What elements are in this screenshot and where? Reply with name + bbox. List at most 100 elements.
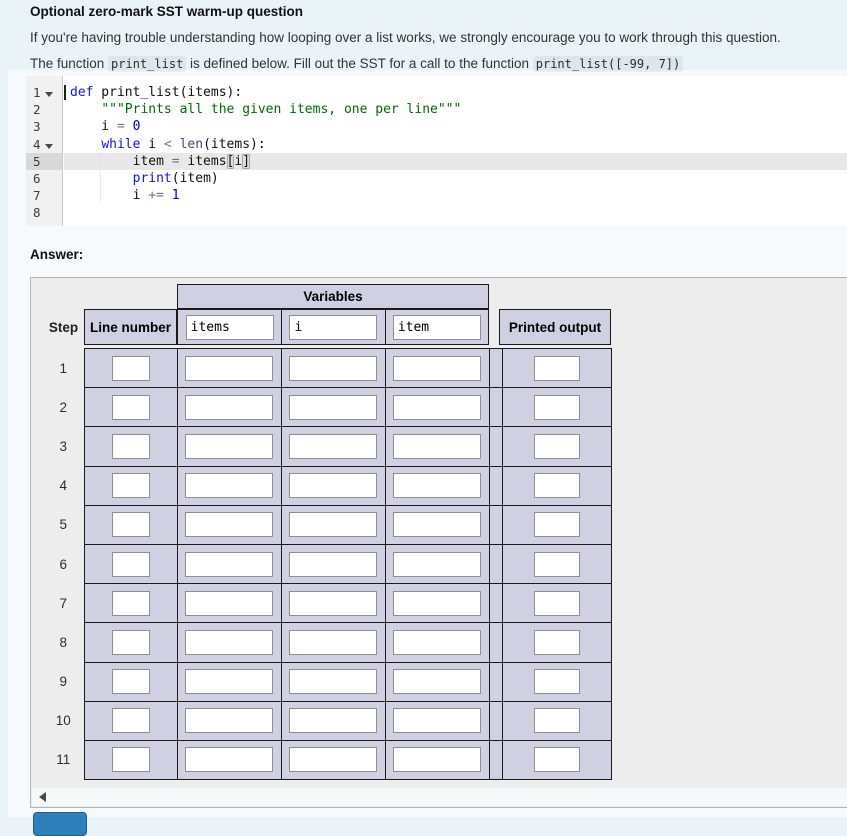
variable-cell <box>384 583 490 624</box>
printed-output-input[interactable] <box>533 708 580 734</box>
printed-output-input[interactable] <box>533 433 580 459</box>
line-number-input[interactable] <box>111 708 150 734</box>
printed-output-cell <box>501 465 612 506</box>
variable-input-i[interactable] <box>289 747 377 773</box>
variable-input-items[interactable] <box>185 669 273 695</box>
printed-output-input[interactable] <box>533 394 580 420</box>
submit-button[interactable] <box>33 812 87 836</box>
variable-input-item[interactable] <box>393 551 481 577</box>
variable-input-i[interactable] <box>289 473 377 499</box>
code-token: = <box>116 119 125 135</box>
variable-input-i[interactable] <box>289 669 377 695</box>
variable-input-item[interactable] <box>393 433 481 459</box>
variable-input-items[interactable] <box>185 629 273 655</box>
variable-input-items[interactable] <box>185 747 273 773</box>
variable-input-item[interactable] <box>393 512 481 538</box>
line-number-gutter-cell: 3 <box>26 118 62 135</box>
variable-input-i[interactable] <box>289 512 377 538</box>
printed-output-cell <box>501 504 612 545</box>
variable-input-items[interactable] <box>185 551 273 577</box>
variable-input-item[interactable] <box>393 394 481 420</box>
variable-cell <box>384 347 490 389</box>
line-number-input[interactable] <box>111 669 150 695</box>
code-token: """Prints all the given items, one per l… <box>101 102 462 118</box>
variable-cell <box>280 504 386 545</box>
code-line: i = 0 <box>64 118 847 135</box>
variable-input-items[interactable] <box>185 355 273 381</box>
variable-input-items[interactable] <box>185 512 273 538</box>
line-number-cell <box>83 583 178 624</box>
scroll-left-icon[interactable] <box>39 792 46 802</box>
variable-input-item[interactable] <box>393 708 481 734</box>
spacer-cell <box>488 661 503 702</box>
variable-input-items[interactable] <box>185 394 273 420</box>
fold-down-icon[interactable] <box>44 143 53 149</box>
variable-input-items[interactable] <box>185 708 273 734</box>
step-label: 3 <box>59 438 67 454</box>
variable-cell <box>384 622 490 663</box>
table-row: 7 <box>43 583 612 624</box>
variable-name-input-i[interactable] <box>289 314 378 340</box>
line-number-input[interactable] <box>111 551 150 577</box>
variable-input-i[interactable] <box>289 394 377 420</box>
line-number-input[interactable] <box>111 433 150 459</box>
editor-code-area[interactable]: def print_list(items): """Prints all the… <box>64 76 847 226</box>
code-editor[interactable]: 12345678 def print_list(items): """Print… <box>26 76 847 226</box>
line-number-input[interactable] <box>111 355 150 381</box>
line-number-input[interactable] <box>111 512 150 538</box>
variable-name-cell <box>178 310 281 344</box>
line-number-input[interactable] <box>111 473 150 499</box>
table-row: 9 <box>43 661 612 702</box>
printed-output-input[interactable] <box>533 551 580 577</box>
printed-output-input[interactable] <box>533 669 580 695</box>
printed-output-input[interactable] <box>533 355 580 381</box>
horizontal-scrollbar[interactable] <box>32 788 847 806</box>
code-token: i <box>70 119 117 135</box>
variable-name-input-item[interactable] <box>392 314 481 340</box>
code-token: item <box>70 153 172 169</box>
variable-input-i[interactable] <box>289 355 377 381</box>
printed-output-input[interactable] <box>533 473 580 499</box>
inline-code-function-call: print_list([-99, 7]) <box>532 56 684 72</box>
variable-input-i[interactable] <box>289 433 377 459</box>
variable-cell <box>176 700 282 741</box>
variable-input-i[interactable] <box>289 708 377 734</box>
variable-cell <box>176 583 282 624</box>
line-number-input[interactable] <box>111 629 150 655</box>
printed-output-cell <box>501 661 612 702</box>
variable-input-item[interactable] <box>393 747 481 773</box>
code-line: """Prints all the given items, one per l… <box>64 101 847 118</box>
printed-output-input[interactable] <box>533 629 580 655</box>
variable-name-input-items[interactable] <box>185 314 274 340</box>
step-label: 10 <box>55 713 71 729</box>
printed-output-input[interactable] <box>533 512 580 538</box>
variable-input-items[interactable] <box>185 433 273 459</box>
page-title: Optional zero-mark SST warm-up question <box>30 4 304 19</box>
variable-input-items[interactable] <box>185 590 273 616</box>
line-number-cell <box>83 347 178 389</box>
variable-cell <box>384 426 490 467</box>
variable-input-i[interactable] <box>289 551 377 577</box>
printed-output-input[interactable] <box>533 590 580 616</box>
variable-input-item[interactable] <box>393 629 481 655</box>
printed-output-input[interactable] <box>533 747 580 773</box>
variable-input-item[interactable] <box>393 473 481 499</box>
line-number-cell <box>83 661 178 702</box>
gutter-line-number: 6 <box>33 171 41 187</box>
fold-down-icon[interactable] <box>44 92 53 98</box>
variable-input-items[interactable] <box>185 473 273 499</box>
line-number-input[interactable] <box>111 747 150 773</box>
variable-cell <box>176 661 282 702</box>
variable-input-item[interactable] <box>393 590 481 616</box>
line-number-cell <box>83 622 178 663</box>
line-number-input[interactable] <box>111 590 150 616</box>
variable-input-i[interactable] <box>289 590 377 616</box>
line-number-input[interactable] <box>111 394 150 420</box>
variable-input-item[interactable] <box>393 669 481 695</box>
variable-input-i[interactable] <box>289 629 377 655</box>
variable-input-item[interactable] <box>393 355 481 381</box>
code-token: print_list(items): <box>93 85 243 100</box>
line-number-gutter-cell: 7 <box>26 187 62 204</box>
variable-cell <box>176 504 282 545</box>
